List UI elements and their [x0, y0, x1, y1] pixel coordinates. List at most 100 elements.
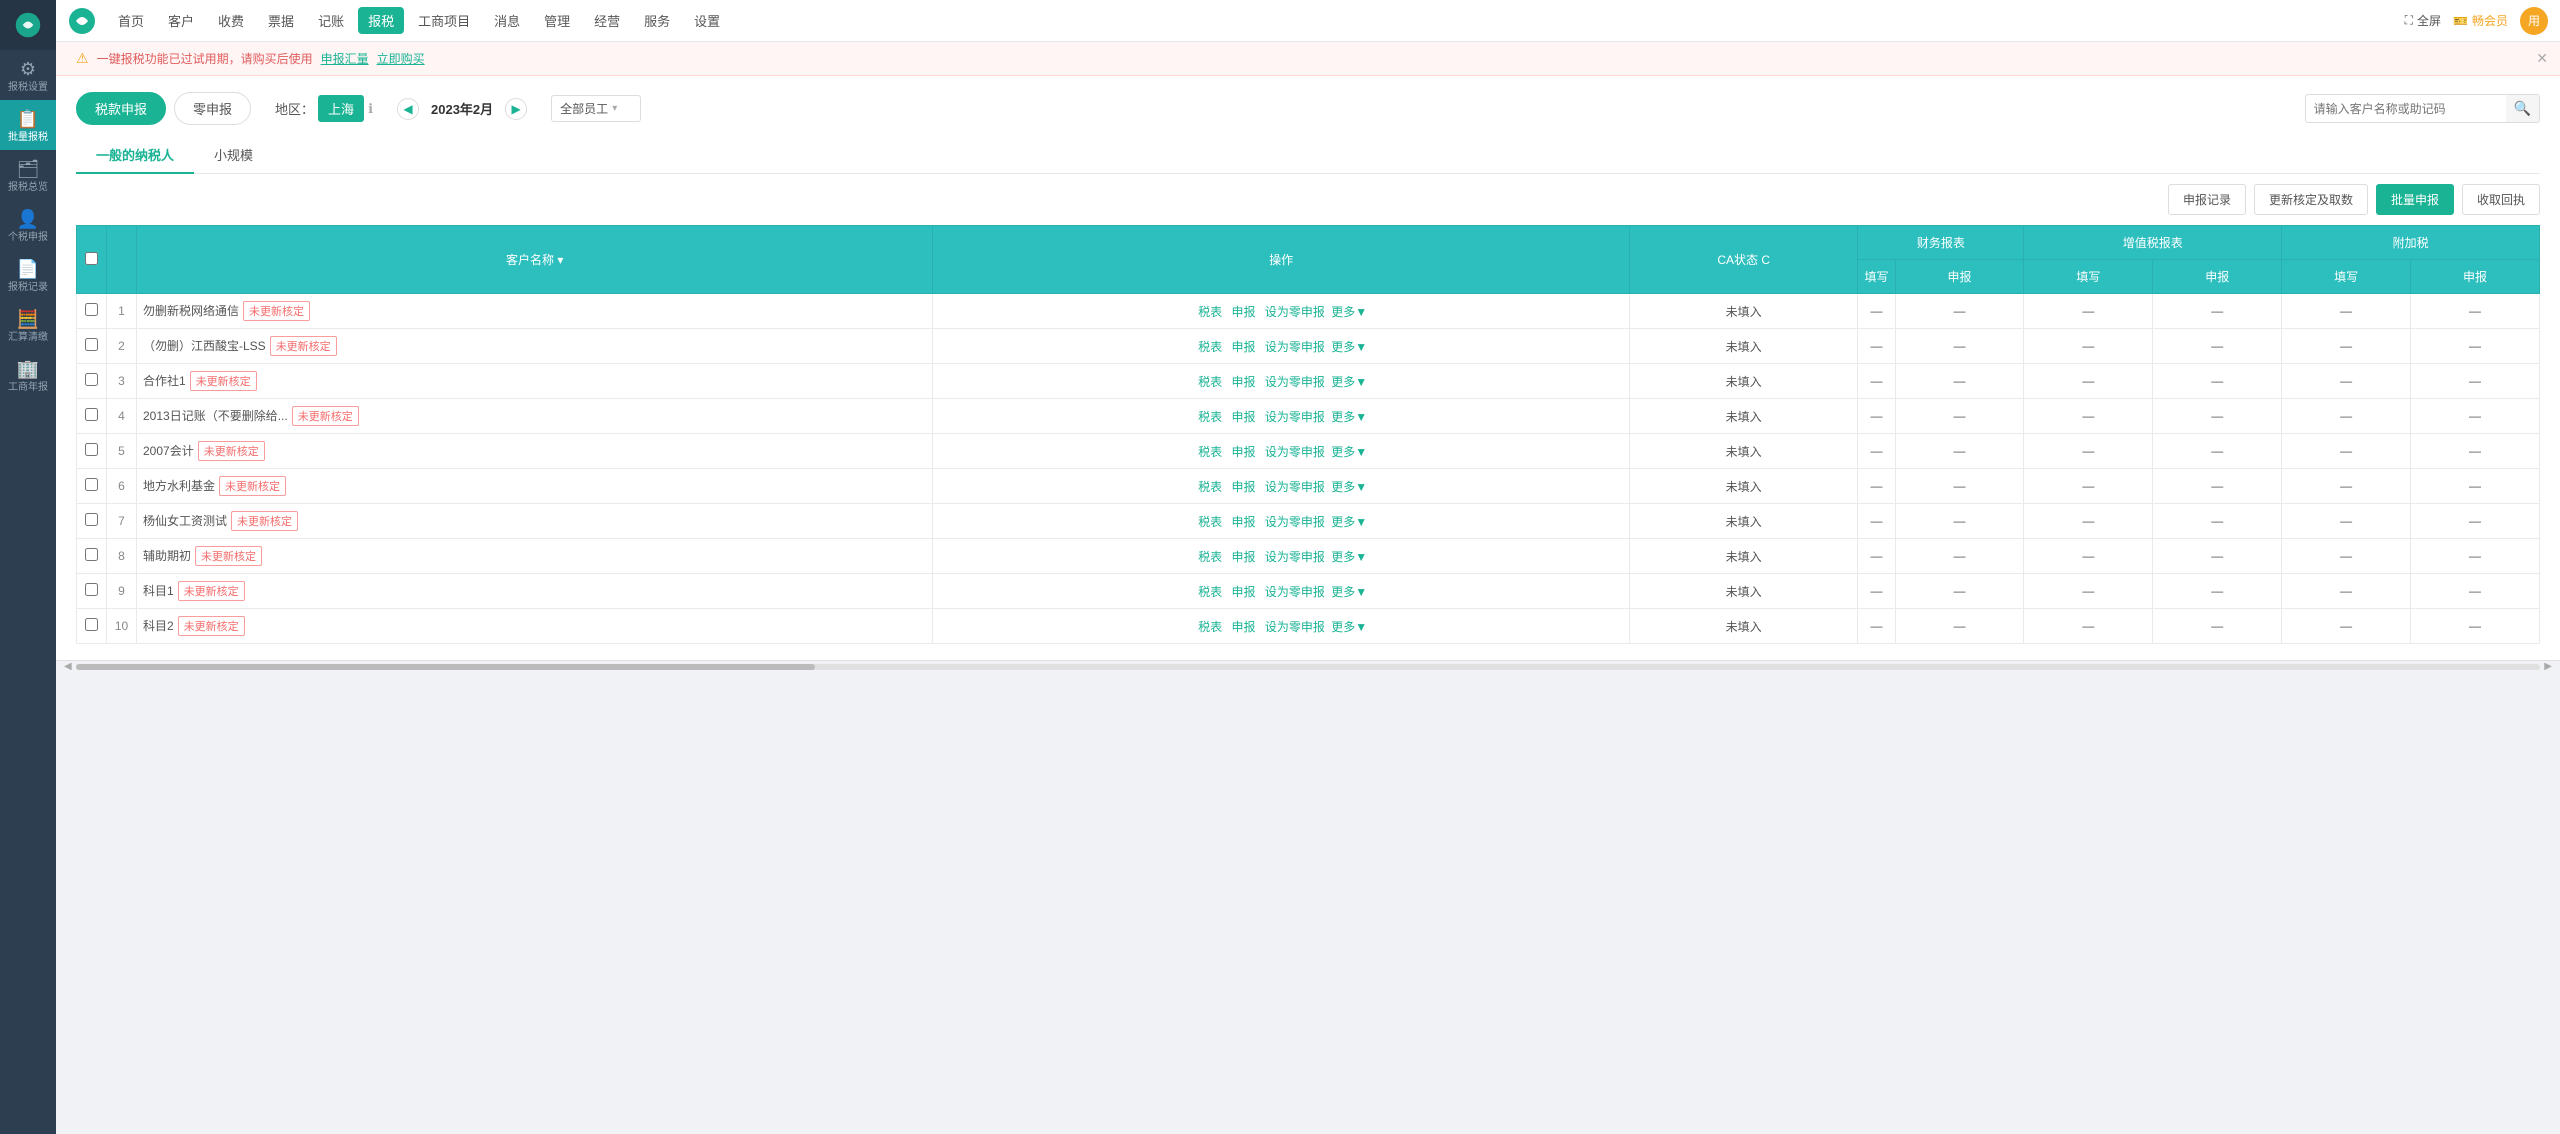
- row-cw-report[interactable]: —: [1895, 539, 2024, 574]
- row-fj-fill[interactable]: —: [2282, 469, 2411, 504]
- row-checkbox-cell[interactable]: [77, 609, 107, 644]
- search-button[interactable]: 🔍: [2506, 95, 2539, 122]
- row-sb-report[interactable]: —: [2153, 574, 2282, 609]
- row-checkbox[interactable]: [85, 338, 98, 351]
- row-fj-report[interactable]: —: [2411, 574, 2540, 609]
- op-set-zero[interactable]: 设为零申报: [1265, 480, 1325, 494]
- row-checkbox-cell[interactable]: [77, 469, 107, 504]
- op-set-zero[interactable]: 设为零申报: [1265, 375, 1325, 389]
- row-sb-report[interactable]: —: [2153, 469, 2282, 504]
- row-cw-report[interactable]: —: [1895, 294, 2024, 329]
- row-sb-fill[interactable]: —: [2024, 329, 2153, 364]
- op-declare[interactable]: 申报: [1231, 585, 1255, 599]
- op-more[interactable]: 更多▼: [1331, 410, 1367, 424]
- collect-receipt-button[interactable]: 收取回执: [2462, 184, 2540, 215]
- row-fj-report[interactable]: —: [2411, 539, 2540, 574]
- row-checkbox[interactable]: [85, 478, 98, 491]
- op-tax-table[interactable]: 税表: [1198, 445, 1222, 459]
- op-more[interactable]: 更多▼: [1331, 375, 1367, 389]
- row-cw-fill[interactable]: —: [1858, 504, 1895, 539]
- op-more[interactable]: 更多▼: [1331, 445, 1367, 459]
- sidebar-item-tax-settings[interactable]: ⚙ 报税设置: [0, 50, 56, 100]
- row-fj-fill[interactable]: —: [2282, 574, 2411, 609]
- row-checkbox[interactable]: [85, 443, 98, 456]
- row-cw-report[interactable]: —: [1895, 504, 2024, 539]
- search-input[interactable]: [2306, 97, 2506, 121]
- row-checkbox[interactable]: [85, 408, 98, 421]
- report-link[interactable]: 申报汇量: [321, 50, 369, 67]
- row-fj-report[interactable]: —: [2411, 434, 2540, 469]
- row-sb-report[interactable]: —: [2153, 399, 2282, 434]
- op-more[interactable]: 更多▼: [1331, 620, 1367, 634]
- row-cw-report[interactable]: —: [1895, 399, 2024, 434]
- op-declare[interactable]: 申报: [1231, 445, 1255, 459]
- sort-icon[interactable]: ▾: [557, 253, 563, 267]
- row-sb-fill[interactable]: —: [2024, 364, 2153, 399]
- nav-operation[interactable]: 经营: [584, 7, 630, 34]
- row-fj-fill[interactable]: —: [2282, 329, 2411, 364]
- row-fj-report[interactable]: —: [2411, 329, 2540, 364]
- row-fj-report[interactable]: —: [2411, 609, 2540, 644]
- row-fj-fill[interactable]: —: [2282, 609, 2411, 644]
- scroll-left-arrow[interactable]: ◀: [64, 661, 72, 672]
- row-cw-report[interactable]: —: [1895, 609, 2024, 644]
- sub-tab-general[interactable]: 一般的纳税人: [76, 137, 194, 174]
- row-cw-fill[interactable]: —: [1858, 469, 1895, 504]
- op-more[interactable]: 更多▼: [1331, 480, 1367, 494]
- scroll-right-arrow[interactable]: ▶: [2544, 661, 2552, 672]
- row-cw-fill[interactable]: —: [1858, 539, 1895, 574]
- op-more[interactable]: 更多▼: [1331, 515, 1367, 529]
- nav-client[interactable]: 客户: [158, 7, 204, 34]
- close-banner-button[interactable]: ✕: [2536, 50, 2548, 67]
- row-sb-report[interactable]: —: [2153, 539, 2282, 574]
- op-tax-table[interactable]: 税表: [1198, 515, 1222, 529]
- row-checkbox[interactable]: [85, 303, 98, 316]
- row-checkbox-cell[interactable]: [77, 574, 107, 609]
- nav-bookkeeping[interactable]: 记账: [308, 7, 354, 34]
- row-checkbox[interactable]: [85, 513, 98, 526]
- row-checkbox[interactable]: [85, 373, 98, 386]
- declare-records-button[interactable]: 申报记录: [2168, 184, 2246, 215]
- op-more[interactable]: 更多▼: [1331, 340, 1367, 354]
- batch-declare-button[interactable]: 批量申报: [2376, 184, 2454, 215]
- row-checkbox-cell[interactable]: [77, 504, 107, 539]
- row-cw-report[interactable]: —: [1895, 329, 2024, 364]
- row-fj-fill[interactable]: —: [2282, 504, 2411, 539]
- op-set-zero[interactable]: 设为零申报: [1265, 550, 1325, 564]
- buy-link[interactable]: 立即购买: [377, 50, 425, 67]
- op-tax-table[interactable]: 税表: [1198, 620, 1222, 634]
- sidebar-item-tax-records[interactable]: 📄 报税记录: [0, 250, 56, 300]
- row-cw-report[interactable]: —: [1895, 434, 2024, 469]
- row-sb-fill[interactable]: —: [2024, 434, 2153, 469]
- nav-home[interactable]: 首页: [108, 7, 154, 34]
- row-cw-fill[interactable]: —: [1858, 294, 1895, 329]
- sidebar-item-batch-tax[interactable]: 📋 批量报税: [0, 100, 56, 150]
- tab-tax-declare[interactable]: 税款申报: [76, 92, 166, 125]
- op-set-zero[interactable]: 设为零申报: [1265, 620, 1325, 634]
- sidebar-item-personal-tax[interactable]: 👤 个税申报: [0, 200, 56, 250]
- op-set-zero[interactable]: 设为零申报: [1265, 585, 1325, 599]
- op-tax-table[interactable]: 税表: [1198, 410, 1222, 424]
- op-tax-table[interactable]: 税表: [1198, 340, 1222, 354]
- op-declare[interactable]: 申报: [1231, 305, 1255, 319]
- row-cw-fill[interactable]: —: [1858, 574, 1895, 609]
- op-declare[interactable]: 申报: [1231, 515, 1255, 529]
- nav-manage[interactable]: 管理: [534, 7, 580, 34]
- nav-business[interactable]: 工商项目: [408, 7, 480, 34]
- row-checkbox-cell[interactable]: [77, 539, 107, 574]
- row-sb-report[interactable]: —: [2153, 609, 2282, 644]
- row-cw-fill[interactable]: —: [1858, 329, 1895, 364]
- row-cw-report[interactable]: —: [1895, 364, 2024, 399]
- sub-tab-small[interactable]: 小规模: [194, 137, 273, 174]
- staff-select[interactable]: 全部员工 ▾: [551, 95, 641, 122]
- date-next-button[interactable]: ▶: [505, 98, 527, 120]
- sidebar-item-tax-overview[interactable]: 🗂 报税总览: [0, 150, 56, 200]
- row-checkbox[interactable]: [85, 618, 98, 631]
- row-fj-report[interactable]: —: [2411, 294, 2540, 329]
- row-fj-report[interactable]: —: [2411, 469, 2540, 504]
- member-button[interactable]: 🎫 畅会员: [2453, 12, 2508, 29]
- row-sb-fill[interactable]: —: [2024, 609, 2153, 644]
- row-checkbox-cell[interactable]: [77, 399, 107, 434]
- row-cw-report[interactable]: —: [1895, 574, 2024, 609]
- row-checkbox-cell[interactable]: [77, 364, 107, 399]
